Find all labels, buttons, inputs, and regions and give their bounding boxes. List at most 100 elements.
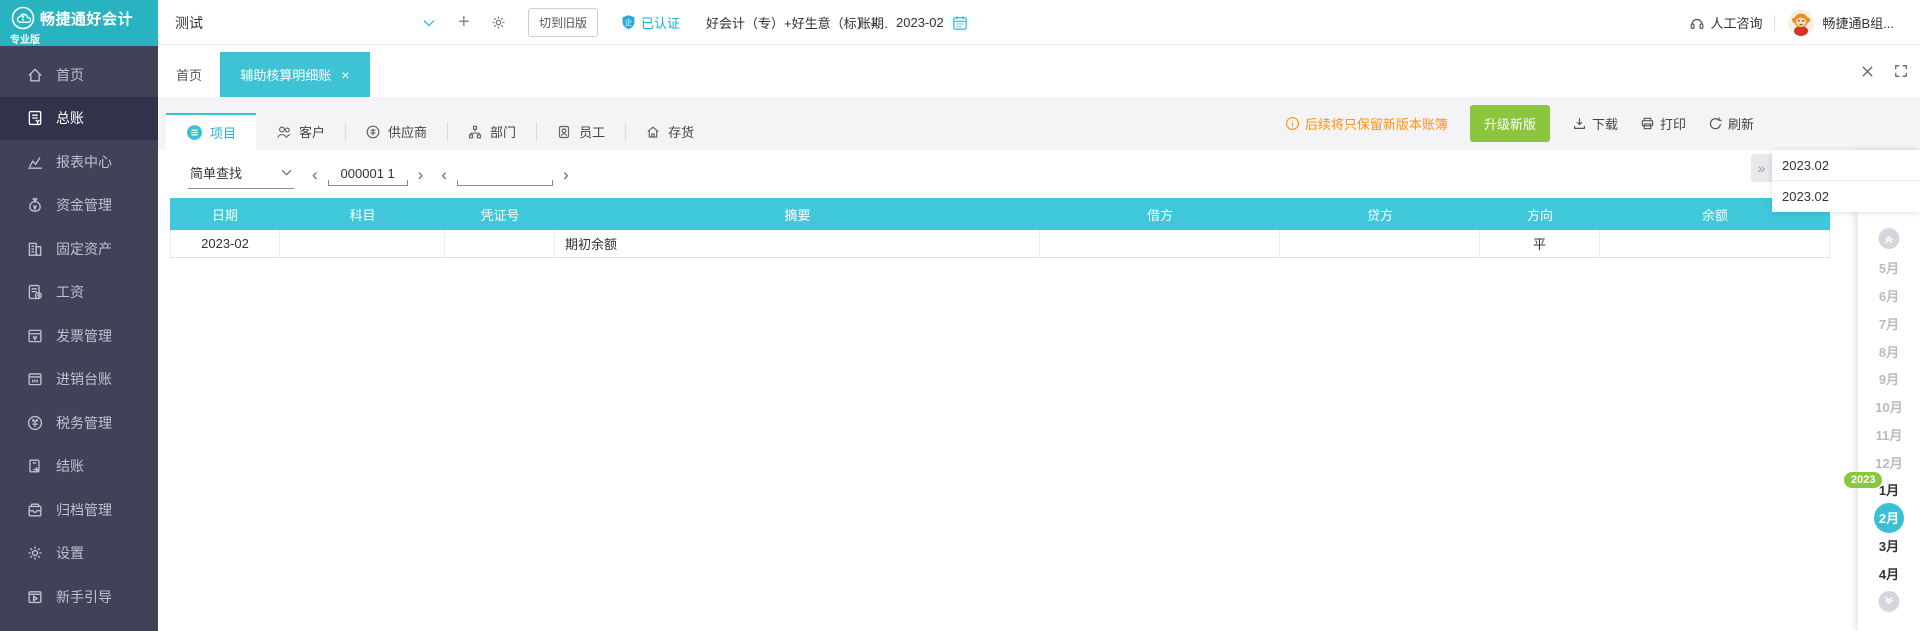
purchase-sales-icon bbox=[26, 370, 44, 388]
month-item: 11月 bbox=[1875, 427, 1903, 443]
cell-direction: 平 bbox=[1480, 230, 1600, 257]
period-to[interactable]: 2023.02 bbox=[1772, 181, 1920, 212]
tab-employee[interactable]: 员工 bbox=[536, 113, 625, 150]
prev-page-button[interactable]: ‹ bbox=[437, 166, 451, 183]
cell-debit bbox=[1040, 230, 1280, 257]
logo-cloud-icon bbox=[10, 5, 36, 31]
user-menu[interactable]: 畅捷通B组... bbox=[1787, 9, 1894, 37]
tab-auxiliary-ledger[interactable]: 辅助核算明细账 × bbox=[220, 52, 370, 97]
sidebar-item-archive[interactable]: 归档管理 bbox=[0, 488, 158, 532]
supplier-icon bbox=[365, 124, 381, 140]
sidebar-item-fixed-assets[interactable]: 固定资产 bbox=[0, 227, 158, 271]
add-account-button[interactable]: + bbox=[458, 0, 470, 45]
download-button[interactable]: 下载 bbox=[1572, 114, 1618, 133]
month-item: 9月 bbox=[1878, 372, 1900, 388]
settings-icon bbox=[26, 544, 44, 562]
tab-department[interactable]: 部门 bbox=[447, 113, 536, 150]
jump-input[interactable] bbox=[457, 162, 554, 184]
fullscreen-icon[interactable] bbox=[1894, 64, 1908, 78]
print-button[interactable]: 打印 bbox=[1640, 114, 1686, 133]
document-tabs: 首页 辅助核算明细账 × bbox=[158, 45, 1920, 97]
employee-icon bbox=[556, 124, 572, 140]
home-icon bbox=[26, 66, 44, 84]
month-item: 6月 bbox=[1878, 289, 1900, 305]
app-title: 畅捷通好会计 bbox=[40, 10, 134, 28]
guide-icon bbox=[26, 588, 44, 606]
svg-text:企: 企 bbox=[625, 17, 633, 27]
support-link[interactable]: 人工咨询 bbox=[1689, 13, 1762, 32]
funds-icon bbox=[26, 196, 44, 214]
sidebar-item-tax[interactable]: 税务管理 bbox=[0, 401, 158, 445]
year-badge: 2023 bbox=[1844, 472, 1883, 488]
collapse-panel-icon[interactable]: » bbox=[1751, 154, 1772, 182]
column-header-direction: 方向 bbox=[1526, 207, 1553, 223]
month-item-active[interactable]: 2月 bbox=[1858, 502, 1920, 533]
sidebar-item-payroll[interactable]: 工资 bbox=[0, 271, 158, 315]
support-label: 人工咨询 bbox=[1710, 16, 1763, 31]
search-row: 简单查找 ‹ › ‹ › bbox=[158, 150, 1858, 198]
column-header-subject: 科目 bbox=[349, 207, 376, 223]
account-select[interactable]: 测试 bbox=[175, 0, 435, 45]
column-header-voucher-no: 凭证号 bbox=[480, 207, 520, 223]
archive-icon bbox=[26, 501, 44, 519]
calendar-icon[interactable] bbox=[952, 15, 968, 31]
table-header: 日期 科目 凭证号 摘要 借方 贷方 方向 余额 bbox=[170, 198, 1830, 230]
period-range-box: 2023.02 2023.02 bbox=[1772, 150, 1920, 212]
next-voucher-button[interactable]: › bbox=[414, 166, 428, 183]
prev-voucher-button[interactable]: ‹ bbox=[308, 166, 322, 183]
user-name: 畅捷通B组... bbox=[1822, 16, 1894, 31]
chevron-down-icon bbox=[281, 169, 292, 176]
download-icon bbox=[1572, 116, 1587, 131]
refresh-button[interactable]: 刷新 bbox=[1708, 114, 1754, 133]
month-item[interactable]: 4月 bbox=[1858, 559, 1920, 587]
tab-close-icon[interactable]: × bbox=[341, 68, 349, 82]
search-mode-select[interactable]: 简单查找 bbox=[188, 159, 294, 189]
topbar: 测试 + 切到旧版 企 已认证 好会计（专）+好生意（标）+... 账期 202… bbox=[158, 0, 1920, 45]
divider bbox=[1774, 14, 1776, 31]
edition-label: 专业版 bbox=[10, 35, 40, 46]
sidebar-item-report-center[interactable]: 报表中心 bbox=[0, 140, 158, 184]
tab-home[interactable]: 首页 bbox=[158, 52, 220, 97]
period-label: 账期 bbox=[858, 16, 885, 31]
switch-old-version-button[interactable]: 切到旧版 bbox=[528, 8, 599, 37]
sidebar-item-funds[interactable]: 资金管理 bbox=[0, 184, 158, 228]
column-header-credit: 贷方 bbox=[1366, 207, 1393, 223]
avatar bbox=[1787, 9, 1815, 37]
close-all-icon[interactable] bbox=[1861, 65, 1874, 78]
sidebar-item-purchase-sales[interactable]: 进销台账 bbox=[0, 358, 158, 402]
tab-project[interactable]: 项目 bbox=[166, 113, 257, 150]
tax-icon bbox=[26, 414, 44, 432]
upgrade-button[interactable]: 升级新版 bbox=[1469, 105, 1550, 142]
certified-badge[interactable]: 企 已认证 bbox=[620, 0, 680, 45]
closing-icon bbox=[26, 457, 44, 475]
sidebar-item-closing[interactable]: 结账 bbox=[0, 445, 158, 489]
tab-inventory[interactable]: 存货 bbox=[625, 113, 714, 150]
general-ledger-icon bbox=[26, 109, 44, 127]
sidebar-item-invoice[interactable]: 发票管理 bbox=[0, 314, 158, 358]
tab-supplier[interactable]: 供应商 bbox=[345, 113, 447, 150]
month-list: 5月 6月 7月 8月 9月 10月 11月 12月 1月 2月 3月 4月 bbox=[1858, 254, 1920, 587]
sidebar-item-settings[interactable]: 设置 bbox=[0, 532, 158, 576]
account-name: 测试 bbox=[175, 14, 203, 31]
sidebar-item-guide[interactable]: 新手引导 bbox=[0, 575, 158, 619]
month-panel: 5月 6月 7月 8月 9月 10月 11月 12月 1月 2月 3月 4月 2… bbox=[1844, 150, 1920, 631]
certified-label: 已认证 bbox=[641, 16, 681, 31]
table-row[interactable]: 2023-02 期初余额 平 bbox=[170, 230, 1830, 258]
scroll-up-icon[interactable] bbox=[1878, 228, 1900, 249]
period-from[interactable]: 2023.02 bbox=[1772, 150, 1920, 181]
account-period[interactable]: 账期 2023-02 bbox=[858, 0, 968, 45]
next-page-button[interactable]: › bbox=[559, 166, 573, 183]
gear-icon[interactable] bbox=[490, 0, 507, 45]
voucher-number-input[interactable] bbox=[327, 162, 408, 184]
printer-icon bbox=[1640, 116, 1655, 131]
sidebar-item-home[interactable]: 首页 bbox=[0, 53, 158, 97]
logo-block: 畅捷通好会计 专业版 bbox=[0, 0, 158, 46]
cell-balance bbox=[1600, 230, 1830, 257]
sidebar-item-general-ledger[interactable]: 总账 bbox=[0, 96, 158, 140]
search-mode-label: 简单查找 bbox=[190, 166, 243, 181]
month-item[interactable]: 3月 bbox=[1858, 532, 1920, 560]
tab-customer[interactable]: 客户 bbox=[256, 113, 345, 150]
invoice-icon bbox=[26, 327, 44, 345]
scroll-down-icon[interactable] bbox=[1878, 591, 1900, 612]
sidebar-menu: 首页 总账 报表中心 资金管理 固定资产 工资 发票管理 进销台账 税务管理 结… bbox=[0, 53, 158, 619]
